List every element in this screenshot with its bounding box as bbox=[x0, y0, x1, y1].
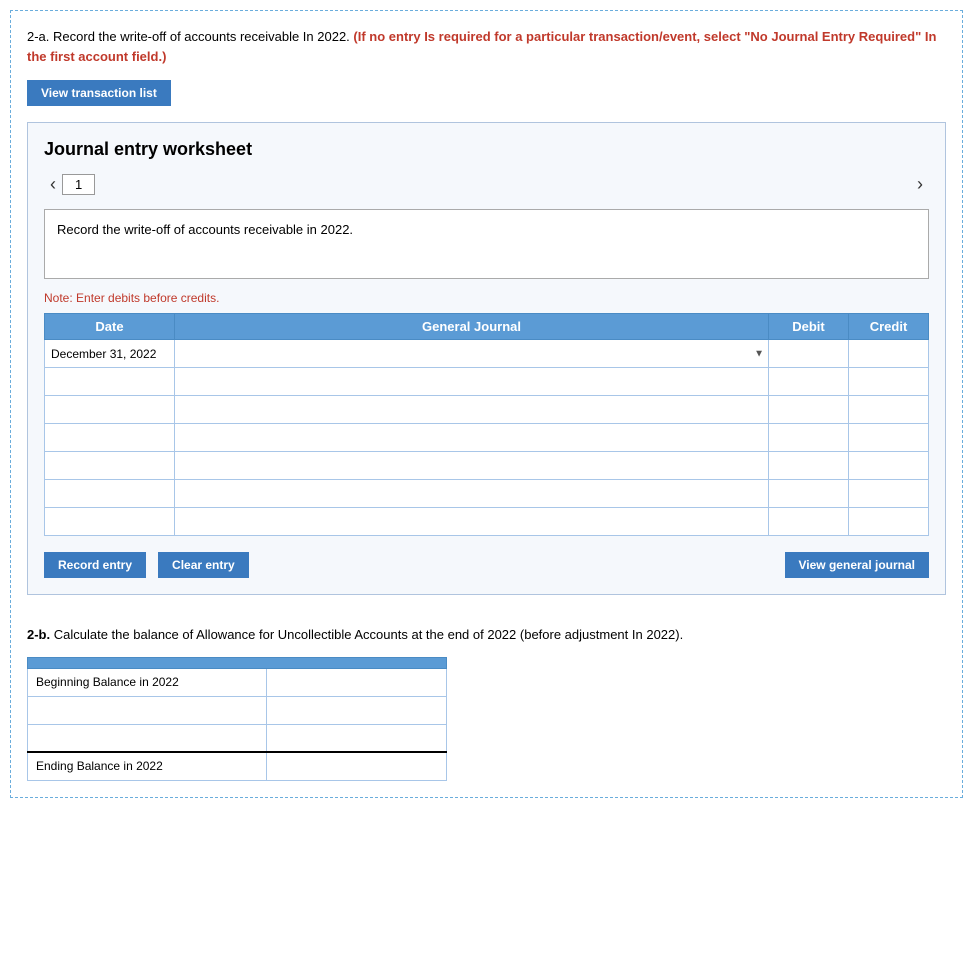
credit-cell[interactable] bbox=[849, 508, 929, 536]
action-row: Record entry Clear entry View general jo… bbox=[44, 552, 929, 578]
credit-cell[interactable] bbox=[849, 424, 929, 452]
clear-entry-button[interactable]: Clear entry bbox=[158, 552, 249, 578]
credit-cell[interactable] bbox=[849, 480, 929, 508]
balance-table-row bbox=[28, 696, 447, 724]
debit-cell[interactable] bbox=[769, 452, 849, 480]
debit-cell[interactable] bbox=[769, 396, 849, 424]
balance-table-row: Beginning Balance in 2022 bbox=[28, 668, 447, 696]
balance-table: Beginning Balance in 2022 Ending Balance … bbox=[27, 657, 447, 781]
journal-entry-worksheet: Journal entry worksheet ‹ 1 › Record the… bbox=[27, 122, 946, 595]
table-row bbox=[45, 480, 929, 508]
balance-label-cell bbox=[28, 696, 267, 724]
col-header-general-journal: General Journal bbox=[175, 314, 769, 340]
balance-table-row bbox=[28, 724, 447, 752]
general-journal-cell[interactable] bbox=[175, 396, 769, 424]
date-cell bbox=[45, 424, 175, 452]
record-entry-button[interactable]: Record entry bbox=[44, 552, 146, 578]
table-row bbox=[45, 396, 929, 424]
page-number-tab: 1 bbox=[62, 174, 95, 195]
table-row: December 31, 2022 ▼ bbox=[45, 340, 929, 368]
nav-right-arrow[interactable]: › bbox=[911, 172, 929, 197]
table-row bbox=[45, 424, 929, 452]
note-text: Note: Enter debits before credits. bbox=[44, 291, 929, 305]
balance-value-cell[interactable] bbox=[267, 696, 447, 724]
section-2b: 2-b. Calculate the balance of Allowance … bbox=[27, 625, 946, 781]
section-2b-instruction: 2-b. Calculate the balance of Allowance … bbox=[27, 625, 946, 645]
page-container: 2-a. Record the write-off of accounts re… bbox=[10, 10, 963, 798]
worksheet-title: Journal entry worksheet bbox=[44, 139, 929, 160]
date-cell bbox=[45, 368, 175, 396]
debit-cell[interactable] bbox=[769, 508, 849, 536]
debit-cell[interactable] bbox=[769, 368, 849, 396]
col-header-credit: Credit bbox=[849, 314, 929, 340]
balance-value-cell[interactable] bbox=[267, 752, 447, 780]
balance-table-header bbox=[28, 657, 447, 668]
general-journal-cell[interactable] bbox=[175, 480, 769, 508]
general-journal-cell[interactable] bbox=[175, 452, 769, 480]
date-cell bbox=[45, 396, 175, 424]
dropdown-arrow-icon: ▼ bbox=[754, 348, 764, 359]
general-journal-cell[interactable]: ▼ bbox=[175, 340, 769, 368]
date-cell bbox=[45, 480, 175, 508]
worksheet-description: Record the write-off of accounts receiva… bbox=[44, 209, 929, 279]
table-row bbox=[45, 508, 929, 536]
balance-value-cell[interactable] bbox=[267, 668, 447, 696]
credit-cell[interactable] bbox=[849, 340, 929, 368]
section-2b-normal: Calculate the balance of Allowance for U… bbox=[54, 627, 683, 642]
col-header-date: Date bbox=[45, 314, 175, 340]
table-row bbox=[45, 368, 929, 396]
instruction-2a: 2-a. Record the write-off of accounts re… bbox=[27, 27, 946, 66]
view-general-journal-button[interactable]: View general journal bbox=[785, 552, 929, 578]
date-cell bbox=[45, 452, 175, 480]
balance-table-row: Ending Balance in 2022 bbox=[28, 752, 447, 780]
balance-value-cell[interactable] bbox=[267, 724, 447, 752]
journal-table: Date General Journal Debit Credit Decemb… bbox=[44, 313, 929, 536]
date-cell bbox=[45, 508, 175, 536]
section-2b-prefix: 2-b. bbox=[27, 627, 50, 642]
instruction-prefix: 2-a. bbox=[27, 29, 49, 44]
balance-label-cell: Ending Balance in 2022 bbox=[28, 752, 267, 780]
worksheet-nav-row: ‹ 1 › bbox=[44, 172, 929, 197]
debit-cell[interactable] bbox=[769, 340, 849, 368]
table-row bbox=[45, 452, 929, 480]
balance-label-cell bbox=[28, 724, 267, 752]
credit-cell[interactable] bbox=[849, 368, 929, 396]
col-header-debit: Debit bbox=[769, 314, 849, 340]
general-journal-cell[interactable] bbox=[175, 424, 769, 452]
debit-cell[interactable] bbox=[769, 424, 849, 452]
debit-cell[interactable] bbox=[769, 480, 849, 508]
credit-cell[interactable] bbox=[849, 396, 929, 424]
general-journal-cell[interactable] bbox=[175, 508, 769, 536]
general-journal-cell[interactable] bbox=[175, 368, 769, 396]
credit-cell[interactable] bbox=[849, 452, 929, 480]
view-transaction-button[interactable]: View transaction list bbox=[27, 80, 171, 106]
balance-label-cell: Beginning Balance in 2022 bbox=[28, 668, 267, 696]
nav-left-arrow[interactable]: ‹ bbox=[44, 172, 62, 197]
instruction-normal: Record the write-off of accounts receiva… bbox=[53, 29, 350, 44]
date-cell: December 31, 2022 bbox=[45, 340, 175, 368]
